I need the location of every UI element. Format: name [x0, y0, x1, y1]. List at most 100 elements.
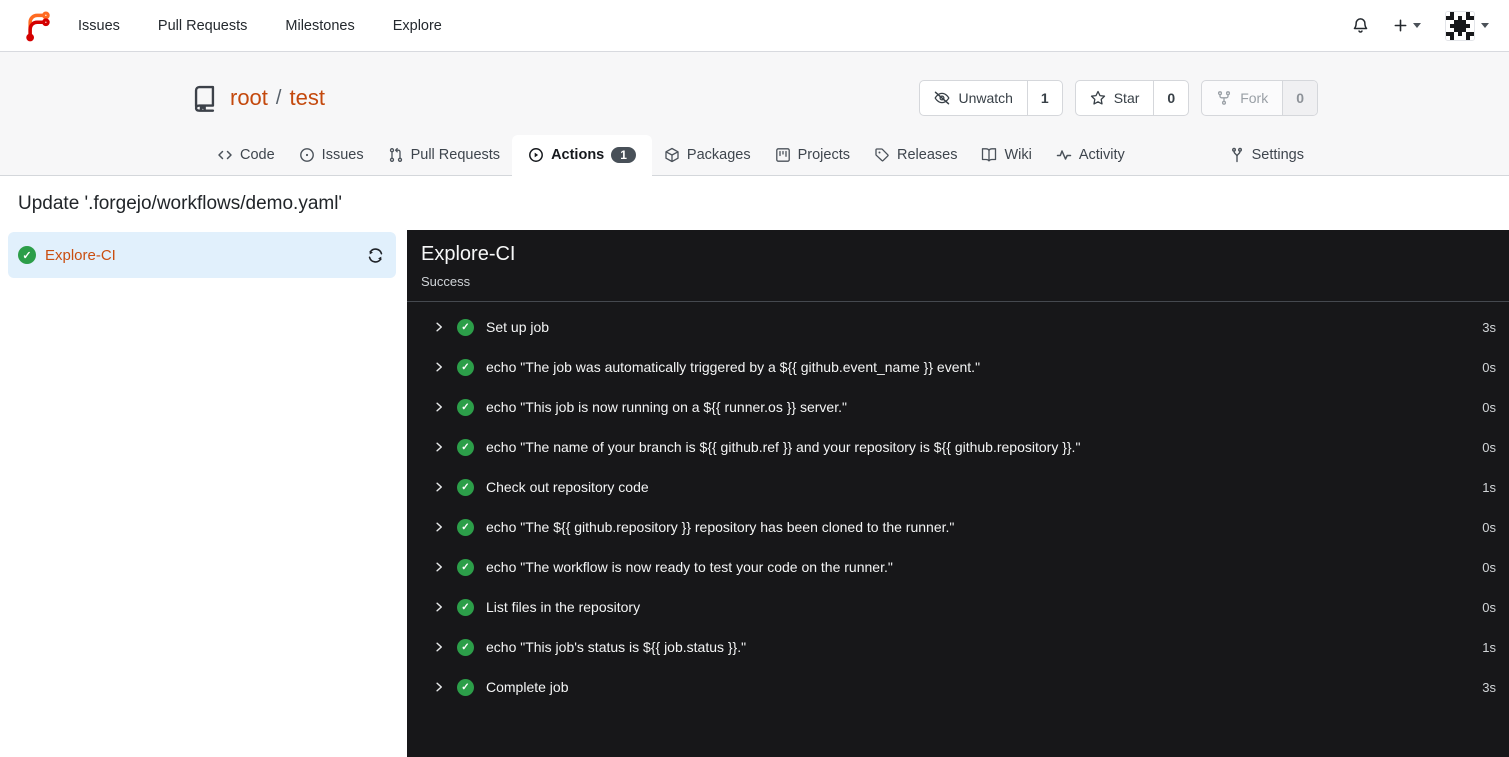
step-row[interactable]: ✓ Complete job 3s [407, 667, 1509, 707]
watch-button-group: Unwatch 1 [919, 80, 1063, 116]
chevron-right-icon [433, 321, 445, 333]
tab-label: Wiki [1004, 147, 1032, 163]
tab-label: Pull Requests [410, 147, 501, 163]
step-label: echo "This job is now running on a ${{ r… [486, 399, 847, 415]
step-row[interactable]: ✓ echo "The workflow is now ready to tes… [407, 547, 1509, 587]
nav-pull-requests[interactable]: Pull Requests [158, 18, 247, 34]
chevron-right-icon [433, 641, 445, 653]
step-row[interactable]: ✓ Set up job 3s [407, 307, 1509, 347]
tab-settings[interactable]: Settings [1217, 135, 1316, 175]
play-circle-icon [529, 148, 544, 162]
main-nav: Issues Pull Requests Milestones Explore [78, 18, 442, 34]
job-item-explore-ci[interactable]: ✓ Explore-CI [8, 232, 396, 278]
tab-activity[interactable]: Activity [1044, 135, 1137, 175]
step-label: echo "This job's status is ${{ job.statu… [486, 639, 747, 655]
step-row[interactable]: ✓ echo "The name of your branch is ${{ g… [407, 427, 1509, 467]
step-success-check-icon: ✓ [457, 358, 474, 376]
chevron-right-icon [433, 361, 445, 373]
step-success-check-icon: ✓ [457, 598, 474, 616]
nav-explore[interactable]: Explore [393, 18, 442, 34]
tab-code[interactable]: Code [205, 135, 287, 175]
step-duration: 0s [1482, 519, 1496, 535]
top-navbar: Issues Pull Requests Milestones Explore [0, 0, 1509, 52]
tab-releases[interactable]: Releases [862, 135, 969, 175]
tab-label: Actions [551, 147, 605, 163]
repo-name-link[interactable]: test [289, 85, 324, 111]
forgejo-logo-icon[interactable] [20, 10, 52, 42]
tab-wiki[interactable]: Wiki [969, 135, 1043, 175]
chevron-right-icon [433, 561, 445, 573]
fork-button-group: Fork 0 [1201, 80, 1318, 116]
step-row[interactable]: ✓ echo "The job was automatically trigge… [407, 347, 1509, 387]
watchers-count[interactable]: 1 [1026, 81, 1062, 115]
tab-actions[interactable]: Actions 1 [512, 135, 652, 176]
step-row[interactable]: ✓ List files in the repository 0s [407, 587, 1509, 627]
chevron-right-icon [433, 481, 445, 493]
package-icon [665, 147, 679, 163]
star-icon [1090, 90, 1105, 105]
repo-title: root / test [191, 85, 325, 112]
step-row[interactable]: ✓ Check out repository code 1s [407, 467, 1509, 507]
tab-label: Issues [321, 147, 364, 163]
issue-icon [299, 148, 314, 162]
job-success-check-icon: ✓ [18, 246, 36, 264]
star-button[interactable]: Star [1076, 81, 1154, 115]
job-name-link: Explore-CI [45, 246, 116, 264]
repo-owner-link[interactable]: root [230, 85, 268, 111]
step-row[interactable]: ✓ echo "This job's status is ${{ job.sta… [407, 627, 1509, 667]
plus-icon [1394, 19, 1407, 32]
tab-label: Code [240, 147, 275, 163]
step-success-check-icon: ✓ [457, 438, 474, 456]
repo-book-icon [191, 85, 218, 112]
workflow-run-title: Update '.forgejo/workflows/demo.yaml' [18, 193, 343, 214]
unwatch-label: Unwatch [958, 90, 1013, 106]
user-avatar [1445, 10, 1475, 41]
step-duration: 1s [1482, 479, 1496, 495]
tab-packages[interactable]: Packages [652, 135, 763, 175]
job-status-text: Success [421, 274, 471, 289]
tab-projects[interactable]: Projects [763, 135, 862, 175]
rerun-job-icon[interactable] [367, 247, 384, 264]
user-menu[interactable] [1445, 10, 1489, 41]
step-success-check-icon: ✓ [457, 478, 474, 496]
job-panel-header: Explore-CI Success [407, 230, 1509, 302]
step-success-check-icon: ✓ [457, 398, 474, 416]
nav-milestones[interactable]: Milestones [285, 18, 354, 34]
fork-button: Fork [1202, 81, 1282, 115]
tab-label: Projects [797, 147, 850, 163]
tab-issues[interactable]: Issues [287, 135, 376, 175]
repo-action-buttons: Unwatch 1 Star 0 Fork 0 [919, 80, 1318, 116]
step-success-check-icon: ✓ [457, 638, 474, 656]
star-button-group: Star 0 [1074, 80, 1190, 116]
nav-issues[interactable]: Issues [78, 18, 120, 34]
project-icon [775, 148, 790, 162]
step-duration: 0s [1482, 599, 1496, 615]
unwatch-button[interactable]: Unwatch [920, 81, 1026, 115]
step-label: Complete job [486, 679, 569, 695]
tab-label: Packages [686, 147, 751, 163]
tab-label: Activity [1078, 147, 1125, 163]
step-duration: 3s [1482, 319, 1496, 335]
step-row[interactable]: ✓ echo "This job is now running on a ${{… [407, 387, 1509, 427]
step-label: echo "The job was automatically triggere… [486, 359, 981, 375]
caret-down-icon [1481, 23, 1489, 28]
chevron-right-icon [433, 601, 445, 613]
stars-count[interactable]: 0 [1153, 81, 1188, 115]
step-label: Check out repository code [486, 479, 649, 495]
repo-separator: / [275, 86, 282, 109]
step-label: echo "The ${{ github.repository }} repos… [486, 519, 955, 535]
step-row[interactable]: ✓ echo "The ${{ github.repository }} rep… [407, 507, 1509, 547]
notifications-bell-icon[interactable] [1352, 17, 1369, 34]
tab-label: Releases [897, 147, 958, 163]
chevron-right-icon [433, 441, 445, 453]
fork-icon [1218, 91, 1231, 105]
repo-header: root / test Unwatch 1 Star 0 Fork 0 Code… [0, 52, 1509, 176]
step-duration: 0s [1482, 559, 1496, 575]
create-new-button[interactable] [1393, 18, 1421, 33]
tag-icon [875, 148, 889, 162]
chevron-right-icon [433, 681, 445, 693]
tab-pull-requests[interactable]: Pull Requests [376, 135, 512, 175]
tools-icon [1231, 147, 1242, 163]
step-success-check-icon: ✓ [457, 318, 474, 336]
caret-down-icon [1413, 23, 1421, 28]
